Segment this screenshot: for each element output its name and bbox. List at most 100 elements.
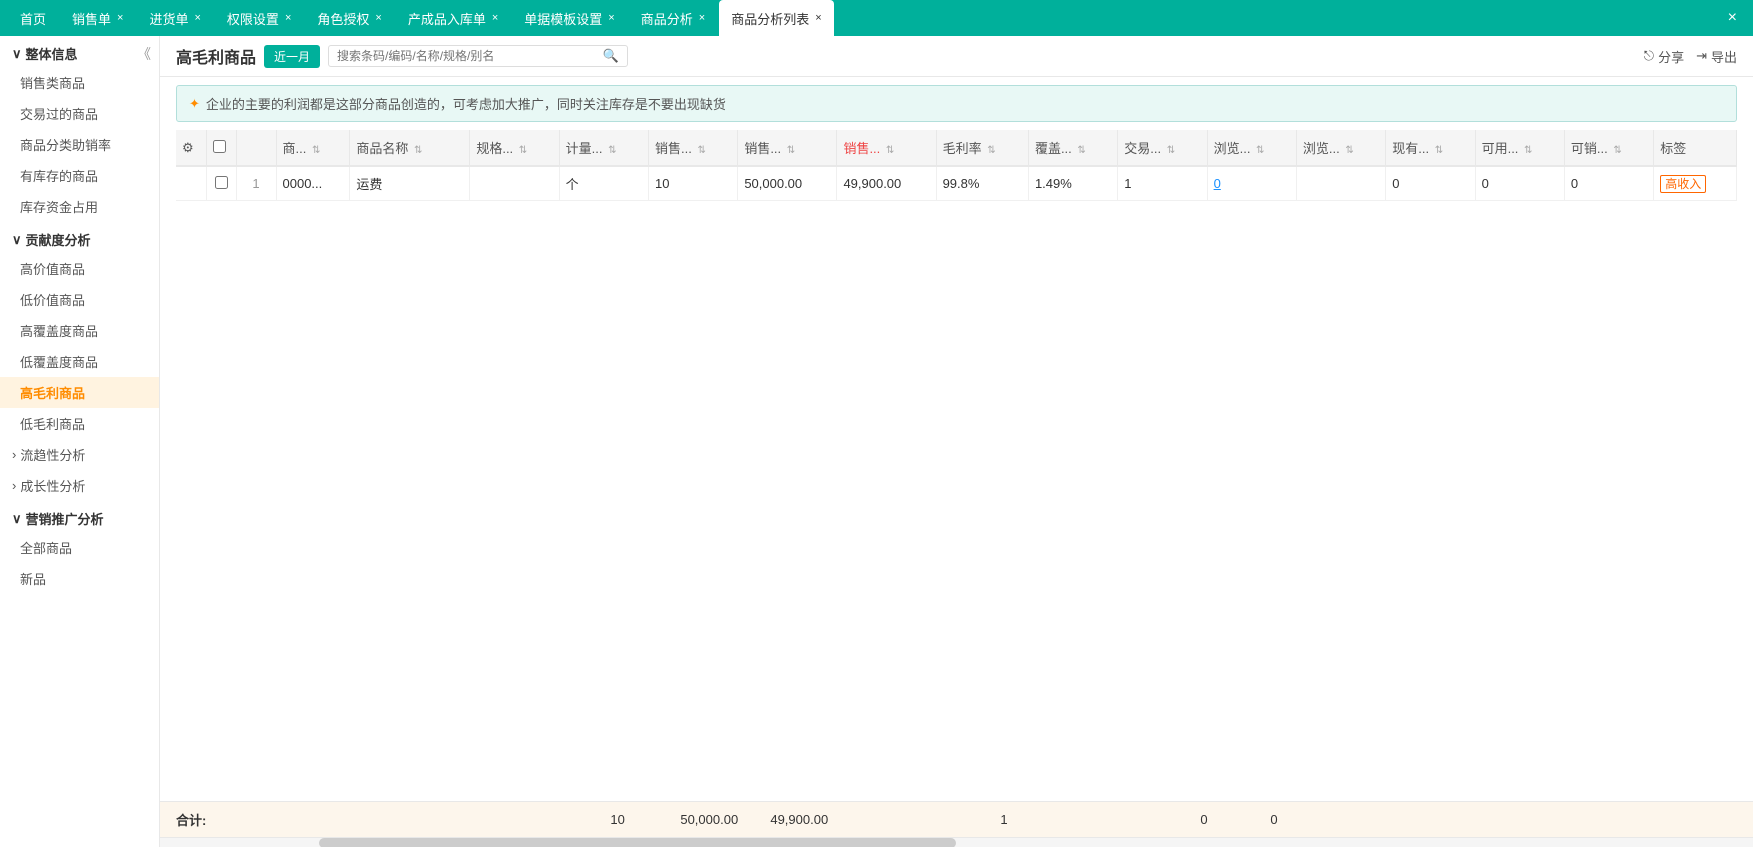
sidebar-group-marketing-label: 营销推广分析 bbox=[26, 509, 104, 528]
nav-permissions-close[interactable]: × bbox=[285, 12, 291, 24]
footer-cell-empty4 bbox=[354, 812, 474, 827]
col-stock2: 可用... ⇅ bbox=[1475, 130, 1564, 166]
nav-analysis-close[interactable]: × bbox=[699, 12, 705, 24]
cell-name: 运费 bbox=[350, 166, 470, 201]
sidebar-item-sales-goods[interactable]: 销售类商品 bbox=[0, 67, 159, 98]
close-all-button[interactable]: × bbox=[1720, 9, 1745, 27]
sidebar-group-growth[interactable]: › 成长性分析 bbox=[0, 470, 159, 501]
col-gross-rate: 毛利率 ⇅ bbox=[936, 130, 1028, 166]
cell-stock2: 0 bbox=[1475, 166, 1564, 201]
search-icon[interactable]: 🔍 bbox=[603, 48, 619, 64]
top-nav: 首页 销售单 × 进货单 × 权限设置 × 角色授权 × 产成品入库单 × 单据… bbox=[0, 0, 1753, 36]
nav-home[interactable]: 首页 bbox=[8, 0, 58, 36]
footer-total-sales2: 50,000.00 bbox=[674, 812, 764, 827]
sidebar-group-marketing[interactable]: ∨ 营销推广分析 bbox=[0, 501, 159, 532]
cell-gross-rate: 99.8% bbox=[936, 166, 1028, 201]
sidebar-item-stock-capital[interactable]: 库存资金占用 bbox=[0, 191, 159, 222]
nav-analysis-list-close[interactable]: × bbox=[815, 12, 821, 24]
col-tag: 标签 bbox=[1654, 130, 1737, 166]
search-input[interactable] bbox=[337, 49, 599, 63]
sidebar-item-low-value[interactable]: 低价值商品 bbox=[0, 284, 159, 315]
cell-browse1[interactable]: 0 bbox=[1207, 166, 1296, 201]
col-browse1: 浏览... ⇅ bbox=[1207, 130, 1296, 166]
cell-unit: 个 bbox=[559, 166, 648, 201]
share-button[interactable]: ⎋ 分享 bbox=[1644, 47, 1684, 66]
row-checkbox[interactable] bbox=[215, 176, 228, 189]
cell-trade: 1 bbox=[1118, 166, 1207, 201]
nav-permissions-label: 权限设置 bbox=[227, 9, 279, 28]
footer-total-empty1 bbox=[854, 812, 924, 827]
sidebar-group-contribution[interactable]: ∨ 贡献度分析 bbox=[0, 222, 159, 253]
footer-total-sales3: 49,900.00 bbox=[764, 812, 854, 827]
sidebar-item-low-coverage[interactable]: 低覆盖度商品 bbox=[0, 346, 159, 377]
col-stock3: 可销... ⇅ bbox=[1564, 130, 1653, 166]
nav-sales-label: 销售单 bbox=[72, 9, 111, 28]
cell-sales2: 50,000.00 bbox=[738, 166, 837, 201]
sidebar-group-overall[interactable]: ∨ 整体信息 bbox=[0, 36, 159, 67]
cell-checkbox[interactable] bbox=[206, 166, 236, 201]
nav-finished-goods[interactable]: 产成品入库单 × bbox=[396, 0, 510, 36]
cell-stock3: 0 bbox=[1564, 166, 1653, 201]
nav-roles-close[interactable]: × bbox=[375, 12, 381, 24]
col-coverage: 覆盖... ⇅ bbox=[1028, 130, 1117, 166]
bottom-scrollbar[interactable] bbox=[160, 837, 1753, 847]
footer-total-empty4 bbox=[1124, 812, 1194, 827]
sidebar-group-trend[interactable]: › 流趋性分析 bbox=[0, 439, 159, 470]
sidebar-item-traded-goods[interactable]: 交易过的商品 bbox=[0, 98, 159, 129]
nav-purchase-close[interactable]: × bbox=[194, 12, 200, 24]
cell-browse2 bbox=[1296, 166, 1385, 201]
sidebar: 《 ∨ 整体信息 销售类商品 交易过的商品 商品分类助销率 有库存的商品 库存资… bbox=[0, 36, 160, 847]
nav-purchase[interactable]: 进货单 × bbox=[137, 0, 212, 36]
col-checkbox bbox=[206, 130, 236, 166]
footer-total-empty2 bbox=[924, 812, 994, 827]
content-area: 高毛利商品 近一月 🔍 ⎋ 分享 ⇥ 导出 ✦ 企业的主要的利润都是这部分商品创… bbox=[160, 36, 1753, 847]
data-table: ⚙ 商... ⇅ 商品名称 ⇅ 规格... ⇅ 计量... ⇅ 销售... ⇅ … bbox=[176, 130, 1737, 201]
share-icon: ⎋ bbox=[1644, 48, 1654, 64]
nav-roles-label: 角色授权 bbox=[317, 9, 369, 28]
chevron-right-icon: › bbox=[12, 447, 16, 462]
col-num bbox=[236, 130, 276, 166]
table-footer: 合计: 10 50,000.00 49,900.00 1 0 0 bbox=[160, 801, 1753, 837]
sidebar-item-high-value[interactable]: 高价值商品 bbox=[0, 253, 159, 284]
chevron-down-icon-2: ∨ bbox=[12, 232, 22, 248]
nav-template[interactable]: 单据模板设置 × bbox=[512, 0, 626, 36]
sidebar-item-new-goods[interactable]: 新品 bbox=[0, 563, 159, 594]
scrollbar-thumb bbox=[319, 838, 956, 847]
export-button[interactable]: ⇥ 导出 bbox=[1696, 47, 1737, 66]
select-all-checkbox[interactable] bbox=[213, 140, 226, 153]
export-label: 导出 bbox=[1711, 47, 1737, 66]
chevron-down-icon: ∨ bbox=[12, 46, 22, 62]
nav-analysis-list[interactable]: 商品分析列表 × bbox=[719, 0, 833, 36]
cell-settings bbox=[176, 166, 206, 201]
sidebar-item-category-rate[interactable]: 商品分类助销率 bbox=[0, 129, 159, 160]
table-header-row: ⚙ 商... ⇅ 商品名称 ⇅ 规格... ⇅ 计量... ⇅ 销售... ⇅ … bbox=[176, 130, 1737, 166]
nav-sales-close[interactable]: × bbox=[117, 12, 123, 24]
share-label: 分享 bbox=[1658, 47, 1684, 66]
sidebar-item-high-margin[interactable]: 高毛利商品 bbox=[0, 377, 159, 408]
nav-analysis[interactable]: 商品分析 × bbox=[629, 0, 717, 36]
nav-analysis-list-label: 商品分析列表 bbox=[731, 9, 809, 28]
sidebar-item-in-stock[interactable]: 有库存的商品 bbox=[0, 160, 159, 191]
date-filter-button[interactable]: 近一月 bbox=[264, 45, 320, 68]
footer-cell-empty1 bbox=[214, 812, 244, 827]
sidebar-group-growth-label: 成长性分析 bbox=[20, 476, 85, 495]
chevron-right-icon-2: › bbox=[12, 478, 16, 493]
table-row: 1 0000... 运费 个 10 50,000.00 49,900.00 99… bbox=[176, 166, 1737, 201]
sidebar-collapse-button[interactable]: 《 bbox=[137, 44, 151, 64]
col-code: 商... ⇅ bbox=[276, 130, 350, 166]
cell-num: 1 bbox=[236, 166, 276, 201]
nav-sales[interactable]: 销售单 × bbox=[60, 0, 135, 36]
nav-finished-goods-close[interactable]: × bbox=[492, 12, 498, 24]
footer-cell-empty5 bbox=[474, 812, 544, 827]
sidebar-item-all-goods[interactable]: 全部商品 bbox=[0, 532, 159, 563]
nav-permissions[interactable]: 权限设置 × bbox=[215, 0, 303, 36]
sidebar-item-high-coverage[interactable]: 高覆盖度商品 bbox=[0, 315, 159, 346]
sidebar-item-low-margin[interactable]: 低毛利商品 bbox=[0, 408, 159, 439]
cell-stock1: 0 bbox=[1386, 166, 1475, 201]
cell-sales1: 10 bbox=[648, 166, 737, 201]
col-settings[interactable]: ⚙ bbox=[176, 130, 206, 166]
nav-roles[interactable]: 角色授权 × bbox=[305, 0, 393, 36]
table-container[interactable]: ⚙ 商... ⇅ 商品名称 ⇅ 规格... ⇅ 计量... ⇅ 销售... ⇅ … bbox=[160, 130, 1753, 801]
nav-finished-goods-label: 产成品入库单 bbox=[408, 9, 486, 28]
nav-template-close[interactable]: × bbox=[608, 12, 614, 24]
